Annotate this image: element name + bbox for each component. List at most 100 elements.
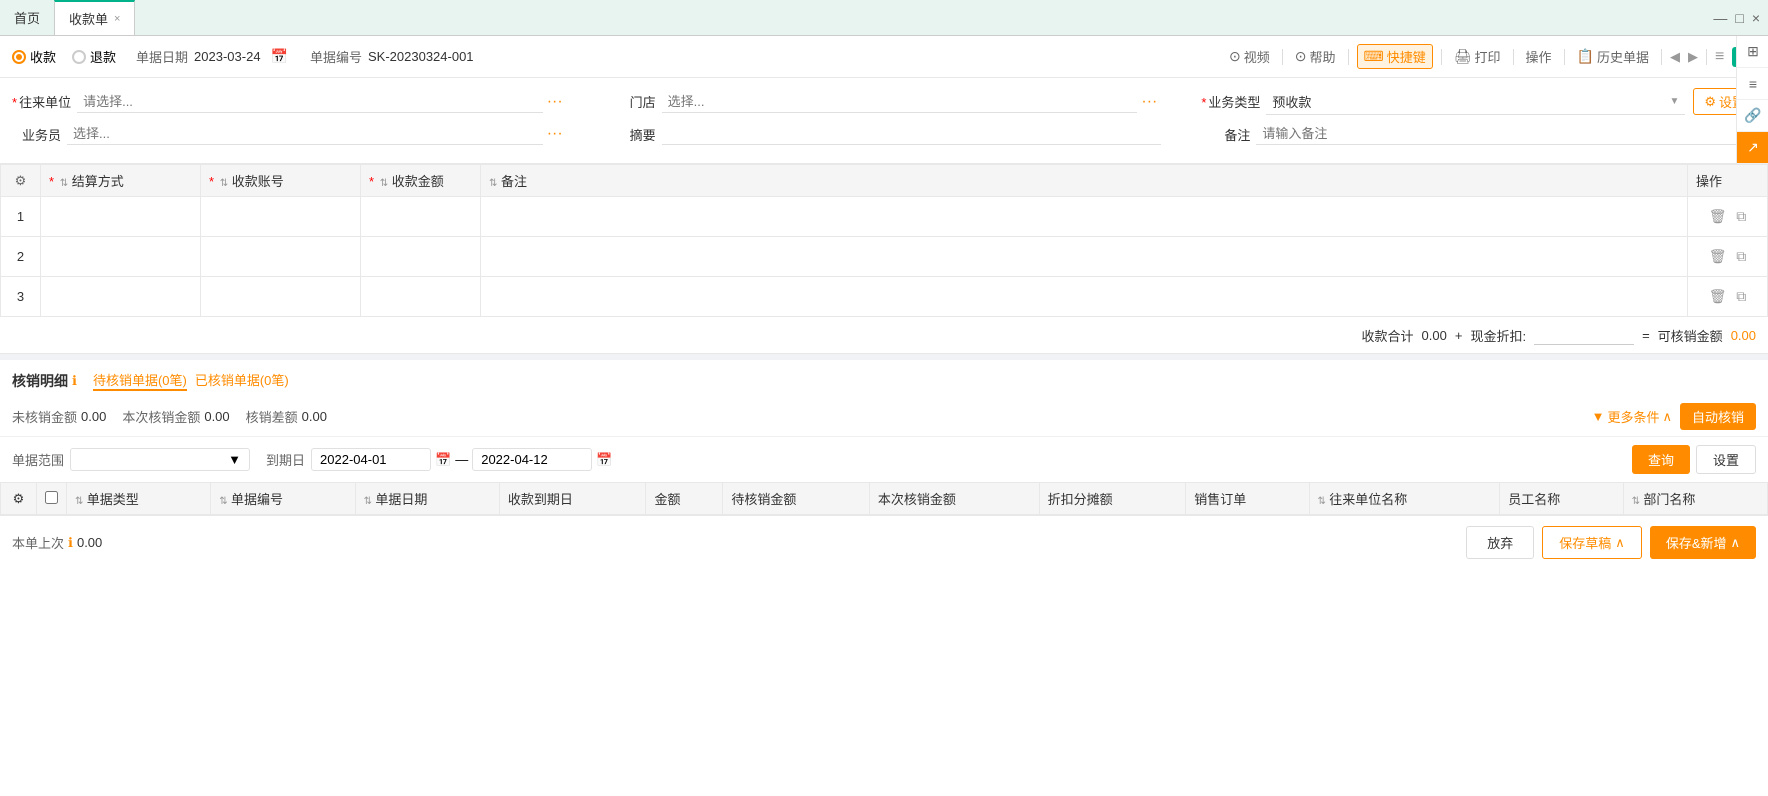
row1-account[interactable]: [201, 197, 361, 237]
maximize-icon[interactable]: □: [1735, 10, 1743, 26]
auto-reconcile-btn[interactable]: 自动核销: [1680, 403, 1756, 430]
history-btn[interactable]: 📋 历史单据: [1573, 47, 1653, 66]
table-row: 1 🗑 ⧉: [1, 197, 1768, 237]
row1-remark[interactable]: [481, 197, 1688, 237]
doc-date-label: 单据日期: [136, 47, 188, 66]
shortcut-btn[interactable]: ⌨ 快捷键: [1357, 44, 1433, 69]
minimize-icon[interactable]: —: [1713, 10, 1727, 26]
row3-amount[interactable]: [361, 277, 481, 317]
store-input[interactable]: [662, 91, 1138, 113]
video-btn[interactable]: ⊙ 视频: [1225, 47, 1274, 66]
tab-home[interactable]: 首页: [0, 0, 54, 35]
date-to-input[interactable]: [472, 448, 592, 471]
available-label: 可核销金额: [1658, 326, 1723, 345]
sidebar-list-icon[interactable]: ≡: [1737, 68, 1768, 100]
store-more-icon[interactable]: ···: [1137, 93, 1161, 111]
calendar-from-icon[interactable]: 📅: [435, 452, 451, 468]
row3-remark[interactable]: [481, 277, 1688, 317]
tab-bar: 首页 收款单 × — □ ×: [0, 0, 1768, 36]
partner-more-icon[interactable]: ···: [543, 93, 567, 111]
row2-settlement[interactable]: [41, 237, 201, 277]
store-field: 门店 ···: [607, 91, 1162, 113]
refund-radio-dot: [72, 50, 86, 64]
nav-next-icon[interactable]: ▶: [1688, 49, 1698, 65]
footer-left: 本单上次 ℹ 0.00: [12, 533, 102, 552]
sidebar-table-icon[interactable]: ⊞: [1737, 36, 1768, 68]
nav-prev-icon[interactable]: ◀: [1670, 49, 1680, 65]
partner-input[interactable]: [77, 91, 543, 113]
info-icon[interactable]: ℹ: [72, 373, 77, 389]
abandon-btn[interactable]: 放弃: [1466, 526, 1534, 559]
tab-receipt[interactable]: 收款单 ×: [54, 0, 135, 35]
row1-delete-icon[interactable]: 🗑: [1709, 208, 1727, 224]
row2-delete-icon[interactable]: 🗑: [1709, 248, 1727, 264]
row3-copy-icon[interactable]: ⧉: [1736, 288, 1746, 304]
biz-type-field: 业务类型 预收款 ▼ ⚙ 设置: [1201, 88, 1756, 115]
gear-icon: ⚙: [15, 173, 27, 188]
more-filter-label: 更多条件: [1607, 407, 1659, 426]
video-label: 视频: [1244, 47, 1270, 66]
help-label: 帮助: [1309, 47, 1335, 66]
date-from-input[interactable]: [311, 448, 431, 471]
row1-amount[interactable]: [361, 197, 481, 237]
more-filter-btn[interactable]: ▼ 更多条件 ∧: [1592, 407, 1672, 426]
help-btn[interactable]: ⊙ 帮助: [1291, 47, 1340, 66]
pending-tab[interactable]: 待核销单据(0笔): [93, 370, 187, 391]
row2-account[interactable]: [201, 237, 361, 277]
tab-close-icon[interactable]: ×: [114, 13, 120, 25]
bth-checkbox[interactable]: [37, 483, 67, 515]
refund-radio[interactable]: 退款: [72, 47, 116, 66]
table-row: 3 🗑 ⧉: [1, 277, 1768, 317]
row1-copy-icon[interactable]: ⧉: [1736, 208, 1746, 224]
bth-settings[interactable]: ⚙: [1, 483, 37, 515]
operation-label: 操作: [1526, 47, 1552, 66]
summary-input[interactable]: [662, 123, 1162, 145]
done-tab[interactable]: 已核销单据(0笔): [195, 370, 289, 391]
row2-copy-icon[interactable]: ⧉: [1736, 248, 1746, 264]
history-label: 历史单据: [1597, 47, 1649, 66]
range-select[interactable]: ▼: [70, 448, 250, 471]
receipt-radio[interactable]: 收款: [12, 47, 56, 66]
row3-delete-icon[interactable]: 🗑: [1709, 288, 1727, 304]
th-settings[interactable]: ⚙: [1, 165, 41, 197]
close-icon[interactable]: ×: [1752, 10, 1760, 26]
refund-label: 退款: [90, 47, 116, 66]
row3-settlement[interactable]: [41, 277, 201, 317]
stats-right: ▼ 更多条件 ∧ 自动核销: [1592, 403, 1756, 430]
receipt-label: 收款: [30, 47, 56, 66]
staff-input[interactable]: [67, 123, 543, 145]
section-header: 核销明细 ℹ 待核销单据(0笔) 已核销单据(0笔): [0, 360, 1768, 397]
bth-sales-order: 销售订单: [1186, 483, 1309, 515]
list-icon[interactable]: ≡: [1715, 48, 1724, 66]
draft-btn[interactable]: 保存草稿 ∧: [1542, 526, 1642, 559]
diff-value: 0.00: [302, 409, 327, 424]
remark-input[interactable]: [1256, 123, 1756, 145]
receipt-radio-dot: [12, 50, 26, 64]
staff-more-icon[interactable]: ···: [543, 125, 567, 143]
bottom-table-container: ⚙ ⇅ 单据类型 ⇅ 单据编号: [0, 482, 1768, 515]
query-btn[interactable]: 查询: [1632, 445, 1690, 474]
biz-type-select[interactable]: 预收款 ▼: [1266, 89, 1685, 115]
row2-remark[interactable]: [481, 237, 1688, 277]
video-icon: ⊙: [1229, 48, 1241, 65]
section-tabs: 待核销单据(0笔) 已核销单据(0笔): [93, 370, 289, 391]
doc-no-value: SK-20230324-001: [368, 49, 474, 64]
footer-info-icon[interactable]: ℹ: [68, 535, 73, 551]
discount-input[interactable]: [1534, 325, 1634, 345]
select-all-checkbox[interactable]: [45, 491, 58, 504]
row3-account[interactable]: [201, 277, 361, 317]
print-btn[interactable]: 🖨 打印: [1450, 47, 1505, 66]
th-settlement: ⇅ 结算方式: [41, 165, 201, 197]
doc-no-label: 单据编号: [310, 47, 362, 66]
filter-settings-btn[interactable]: 设置: [1696, 445, 1756, 474]
sidebar-link-icon[interactable]: 🔗: [1737, 100, 1768, 132]
row1-settlement[interactable]: [41, 197, 201, 237]
diff-stat: 核销差额 0.00: [246, 407, 327, 426]
date-calendar-icon[interactable]: 📅: [271, 48, 288, 65]
save-label: 保存&新增: [1666, 533, 1727, 552]
calendar-to-icon[interactable]: 📅: [596, 452, 612, 468]
operation-btn[interactable]: 操作: [1522, 47, 1556, 66]
save-new-btn[interactable]: 保存&新增 ∧: [1650, 526, 1756, 559]
row2-amount[interactable]: [361, 237, 481, 277]
sidebar-expand-icon[interactable]: ↗: [1737, 132, 1768, 164]
